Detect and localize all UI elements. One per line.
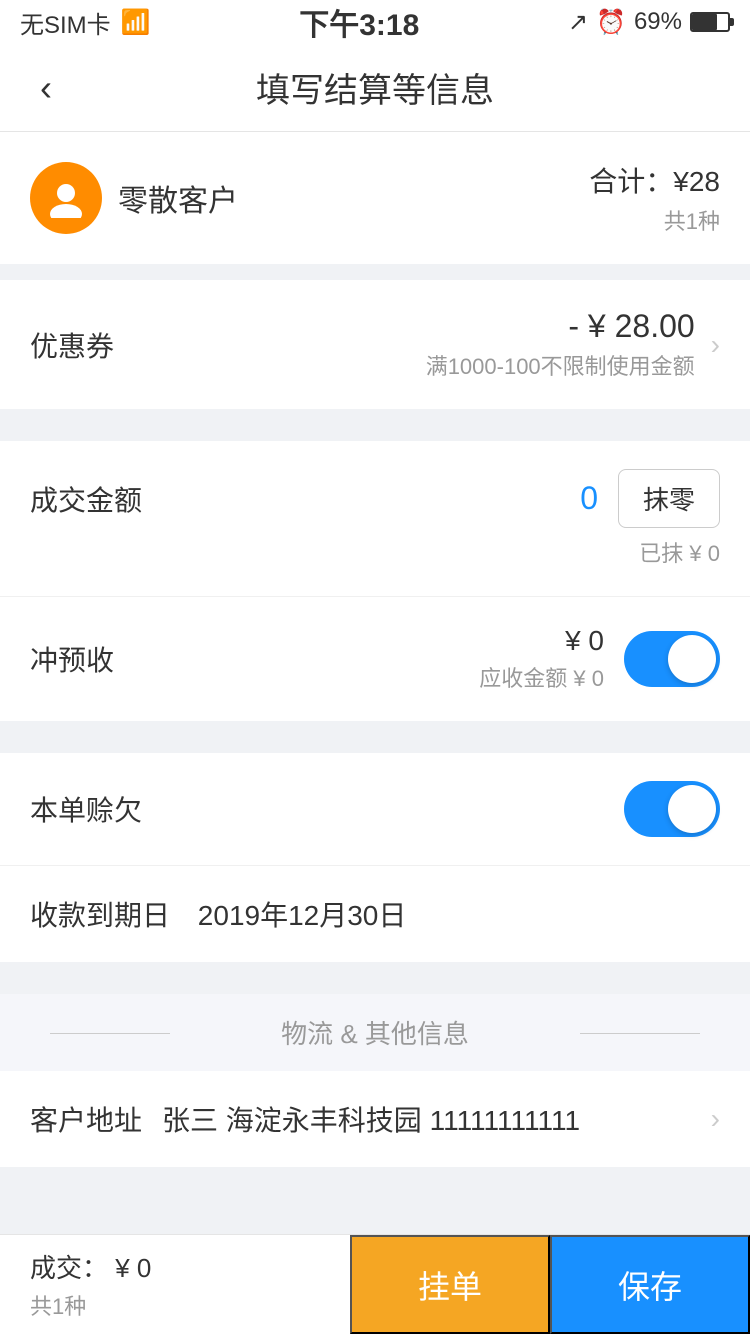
due-date-row: 收款到期日 2019年12月30日 (0, 865, 750, 962)
debt-section: 本单赊欠 收款到期日 2019年12月30日 (0, 753, 750, 962)
address-row[interactable]: 客户地址 张三 海淀永丰科技园 11111111111 › (0, 1071, 750, 1167)
battery-icon (690, 12, 730, 32)
prepay-values: ¥ 0 应收金额 ¥ 0 (479, 625, 604, 693)
coupon-section: 优惠券 - ¥ 28.00 满1000-100不限制使用金额 › (0, 280, 750, 409)
customer-info: 零散客户 (30, 162, 238, 234)
amount-value: 0 (580, 480, 598, 517)
customer-avatar (30, 162, 102, 234)
debt-toggle-knob (668, 785, 716, 833)
customer-name: 零散客户 (118, 176, 238, 220)
due-date-label: 收款到期日 (30, 900, 170, 931)
avatar-icon (46, 178, 86, 218)
logistics-section: 物流 & 其他信息 客户地址 张三 海淀永丰科技园 11111111111 › (0, 994, 750, 1167)
location-icon: ↗ (568, 8, 588, 37)
toggle-knob (668, 635, 716, 683)
hang-button[interactable]: 挂单 (350, 1235, 550, 1334)
battery-text: 69% (634, 8, 682, 36)
carrier-text: 无SIM卡 (20, 5, 111, 40)
status-bar-right: ↗ ⏰ 69% (568, 8, 730, 37)
coupon-discount: - ¥ 28.00 (426, 308, 695, 345)
logistics-label: 物流 & 其他信息 (281, 1019, 469, 1049)
round-button[interactable]: 抹零 (618, 469, 720, 528)
debt-toggle[interactable] (624, 781, 720, 837)
prepay-label: 冲预收 (30, 639, 114, 679)
prepay-amount: ¥ 0 (479, 625, 604, 657)
coupon-value: - ¥ 28.00 满1000-100不限制使用金额 (426, 308, 695, 381)
divider-3 (0, 978, 750, 994)
nav-bar: ‹ 填写结算等信息 (0, 44, 750, 132)
prepay-sub: 应收金额 ¥ 0 (479, 661, 604, 693)
amount-label: 成交金额 (30, 479, 142, 519)
chevron-right-icon: › (711, 329, 720, 361)
coupon-description: 满1000-100不限制使用金额 (426, 349, 695, 381)
address-chevron-icon: › (711, 1103, 720, 1135)
save-button[interactable]: 保存 (550, 1235, 750, 1334)
customer-total: 合计：¥28 共1种 (589, 160, 720, 236)
customer-row: 零散客户 合计：¥28 共1种 (0, 132, 750, 264)
status-bar-left: 无SIM卡 📶 (20, 5, 151, 40)
status-bar: 无SIM卡 📶 下午3:18 ↗ ⏰ 69% (0, 0, 750, 44)
due-date-value: 2019年12月30日 (198, 900, 407, 931)
bottom-deal-count: 共1种 (30, 1289, 320, 1321)
customer-amount: 合计：¥28 (589, 160, 720, 200)
coupon-label: 优惠券 (30, 325, 114, 365)
divider-2 (0, 737, 750, 753)
amount-sub: 已抹 ¥ 0 (30, 536, 720, 568)
address-value: 张三 海淀永丰科技园 11111111111 (162, 1099, 711, 1139)
debt-label: 本单赊欠 (30, 789, 142, 829)
back-button[interactable]: ‹ (30, 57, 62, 119)
amount-row-container: 成交金额 0 抹零 已抹 ¥ 0 (0, 441, 750, 596)
coupon-row[interactable]: 优惠券 - ¥ 28.00 满1000-100不限制使用金额 › (0, 280, 750, 409)
coupon-right: - ¥ 28.00 满1000-100不限制使用金额 › (426, 308, 720, 381)
prepay-section: 冲预收 ¥ 0 应收金额 ¥ 0 (0, 596, 750, 721)
customer-section: 零散客户 合计：¥28 共1种 (0, 132, 750, 264)
wifi-icon: 📶 (121, 8, 151, 37)
prepay-row: 冲预收 ¥ 0 应收金额 ¥ 0 (30, 625, 720, 693)
divider-1 (0, 425, 750, 441)
prepay-right: ¥ 0 应收金额 ¥ 0 (479, 625, 720, 693)
bottom-info: 成交： ¥ 0 共1种 (0, 1235, 350, 1334)
amount-row: 成交金额 0 抹零 (30, 469, 720, 528)
logistics-header: 物流 & 其他信息 (0, 994, 750, 1071)
prepay-toggle[interactable] (624, 631, 720, 687)
amount-section: 成交金额 0 抹零 已抹 ¥ 0 冲预收 ¥ 0 应收金额 ¥ 0 (0, 441, 750, 721)
bottom-bar: 成交： ¥ 0 共1种 挂单 保存 (0, 1234, 750, 1334)
alarm-icon: ⏰ (596, 8, 626, 37)
debt-row: 本单赊欠 (0, 753, 750, 865)
bottom-deal-amount: 成交： ¥ 0 (30, 1248, 320, 1285)
page-title: 填写结算等信息 (256, 63, 494, 112)
customer-count: 共1种 (589, 204, 720, 236)
amount-right: 0 抹零 (580, 469, 720, 528)
address-label: 客户地址 (30, 1099, 142, 1139)
status-bar-time: 下午3:18 (299, 0, 419, 44)
